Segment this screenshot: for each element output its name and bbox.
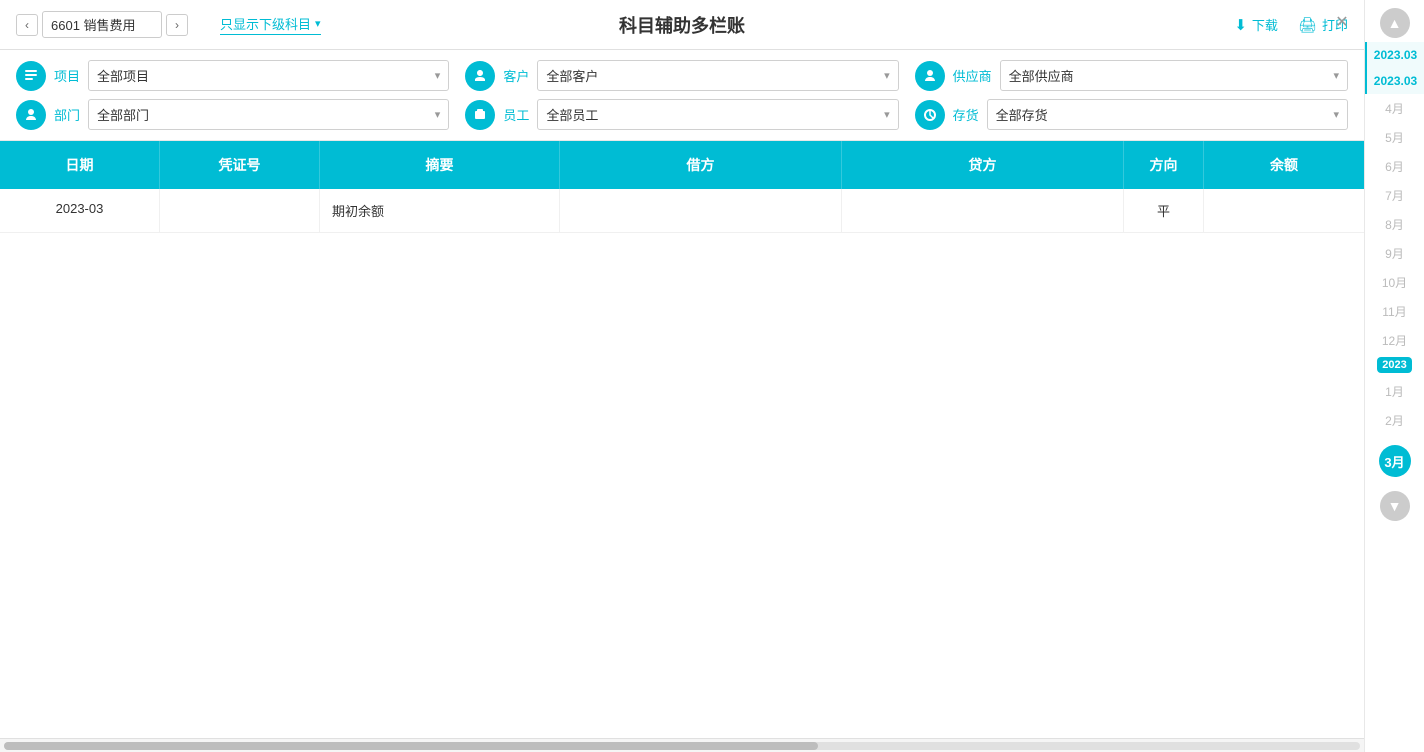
filter-inventory: 存货 全部存货 ▾ xyxy=(915,99,1348,130)
table-row[interactable]: 2023-03 期初余额 平 xyxy=(0,189,1364,233)
sidebar-period-9[interactable]: 10月 xyxy=(1365,268,1424,297)
main-content: ‹ 6601 销售费用 › 只显示下级科目 ▾ 科目辅助多栏账 ⬇ 下载 🖨 打… xyxy=(0,0,1364,752)
project-select[interactable]: 全部项目 ▾ xyxy=(88,60,449,91)
nav-controls: ‹ 6601 销售费用 › 只显示下级科目 ▾ xyxy=(16,11,321,38)
print-icon: 🖨 xyxy=(1298,16,1317,34)
filter-department: 部门 全部部门 ▾ xyxy=(16,99,449,130)
cell-direction: 平 xyxy=(1124,189,1204,232)
supplier-icon xyxy=(915,61,945,91)
cell-date: 2023-03 xyxy=(0,189,160,232)
sidebar-down-arrow[interactable]: ▼ xyxy=(1380,491,1410,521)
sidebar-period-8[interactable]: 9月 xyxy=(1365,239,1424,268)
col-balance: 余额 xyxy=(1204,141,1364,189)
account-code-display: 6601 销售费用 xyxy=(42,11,162,38)
sidebar-period-5[interactable]: 6月 xyxy=(1365,152,1424,181)
customer-select[interactable]: 全部客户 ▾ xyxy=(537,60,898,91)
scrollbar-thumb[interactable] xyxy=(4,742,818,750)
sidebar-period-11[interactable]: 12月 xyxy=(1365,326,1424,355)
filter-employee: 员工 全部员工 ▾ xyxy=(465,99,898,130)
filter-area: 项目 全部项目 ▾ 客户 全部客户 ▾ xyxy=(0,50,1364,141)
department-select[interactable]: 全部部门 ▾ xyxy=(88,99,449,130)
close-button[interactable]: ✕ xyxy=(1330,10,1354,34)
download-label: 下载 xyxy=(1252,15,1278,34)
sidebar-period-10[interactable]: 11月 xyxy=(1365,297,1424,326)
customer-label: 客户 xyxy=(503,66,529,85)
download-icon: ⬇ xyxy=(1234,16,1247,34)
sidebar-period-3[interactable]: 4月 xyxy=(1365,94,1424,123)
sidebar-period-2[interactable]: 2023.03 xyxy=(1365,68,1424,94)
customer-select-arrow: ▾ xyxy=(884,69,890,82)
filter-customer: 客户 全部客户 ▾ xyxy=(465,60,898,91)
inventory-icon xyxy=(915,100,945,130)
employee-select[interactable]: 全部员工 ▾ xyxy=(537,99,898,130)
scrollbar-track[interactable] xyxy=(4,742,1360,750)
show-sub-label: 只显示下级科目 xyxy=(220,14,311,33)
show-sub-button[interactable]: 只显示下级科目 ▾ xyxy=(220,14,321,35)
table-header: 日期 凭证号 摘要 借方 贷方 方向 余额 xyxy=(0,141,1364,189)
filter-row-1: 项目 全部项目 ▾ 客户 全部客户 ▾ xyxy=(16,60,1348,91)
project-icon xyxy=(16,61,46,91)
sidebar-period-active[interactable]: 3月 xyxy=(1365,435,1424,487)
employee-label: 员工 xyxy=(503,105,529,124)
filter-project: 项目 全部项目 ▾ xyxy=(16,60,449,91)
prev-account-button[interactable]: ‹ xyxy=(16,14,38,36)
cell-credit xyxy=(842,189,1124,232)
sidebar-period-6[interactable]: 7月 xyxy=(1365,181,1424,210)
table-container: 日期 凭证号 摘要 借方 贷方 方向 余额 2023-03 期初余额 平 xyxy=(0,141,1364,752)
main-window: ▲ 2023.03 2023.03 4月 5月 6月 7月 8月 9月 10月 … xyxy=(0,0,1424,752)
col-date: 日期 xyxy=(0,141,160,189)
sidebar-period-13[interactable]: 1月 xyxy=(1365,377,1424,406)
supplier-select-arrow: ▾ xyxy=(1333,69,1339,82)
period-sidebar: ▲ 2023.03 2023.03 4月 5月 6月 7月 8月 9月 10月 … xyxy=(1364,0,1424,752)
title-bar: ‹ 6601 销售费用 › 只显示下级科目 ▾ 科目辅助多栏账 ⬇ 下载 🖨 打… xyxy=(0,0,1364,50)
download-button[interactable]: ⬇ 下载 xyxy=(1234,15,1278,34)
customer-icon xyxy=(465,61,495,91)
sidebar-year-badge[interactable]: 2023 xyxy=(1365,355,1424,377)
table-body: 2023-03 期初余额 平 xyxy=(0,189,1364,738)
employee-icon xyxy=(465,100,495,130)
employee-select-arrow: ▾ xyxy=(884,108,890,121)
department-label: 部门 xyxy=(54,105,80,124)
sidebar-period-14[interactable]: 2月 xyxy=(1365,406,1424,435)
next-account-button[interactable]: › xyxy=(166,14,188,36)
filter-row-2: 部门 全部部门 ▾ 员工 全部员工 ▾ xyxy=(16,99,1348,130)
cell-voucher xyxy=(160,189,320,232)
inventory-label: 存货 xyxy=(953,105,979,124)
bottom-scrollbar[interactable] xyxy=(0,738,1364,752)
sidebar-period-1[interactable]: 2023.03 xyxy=(1365,42,1424,68)
page-title: 科目辅助多栏账 xyxy=(619,12,745,38)
col-debit: 借方 xyxy=(560,141,842,189)
supplier-label: 供应商 xyxy=(953,66,992,85)
cell-balance xyxy=(1204,189,1364,232)
cell-summary: 期初余额 xyxy=(320,189,560,232)
project-select-arrow: ▾ xyxy=(435,69,441,82)
col-direction: 方向 xyxy=(1124,141,1204,189)
col-summary: 摘要 xyxy=(320,141,560,189)
sidebar-period-7[interactable]: 8月 xyxy=(1365,210,1424,239)
supplier-select[interactable]: 全部供应商 ▾ xyxy=(1000,60,1348,91)
department-select-arrow: ▾ xyxy=(435,108,441,121)
col-credit: 贷方 xyxy=(842,141,1124,189)
inventory-select[interactable]: 全部存货 ▾ xyxy=(987,99,1348,130)
sidebar-period-4[interactable]: 5月 xyxy=(1365,123,1424,152)
cell-debit xyxy=(560,189,842,232)
project-label: 项目 xyxy=(54,66,80,85)
show-sub-arrow-icon: ▾ xyxy=(315,17,321,30)
department-icon xyxy=(16,100,46,130)
sidebar-up-arrow[interactable]: ▲ xyxy=(1380,8,1410,38)
col-voucher: 凭证号 xyxy=(160,141,320,189)
inventory-select-arrow: ▾ xyxy=(1333,108,1339,121)
filter-supplier: 供应商 全部供应商 ▾ xyxy=(915,60,1348,91)
